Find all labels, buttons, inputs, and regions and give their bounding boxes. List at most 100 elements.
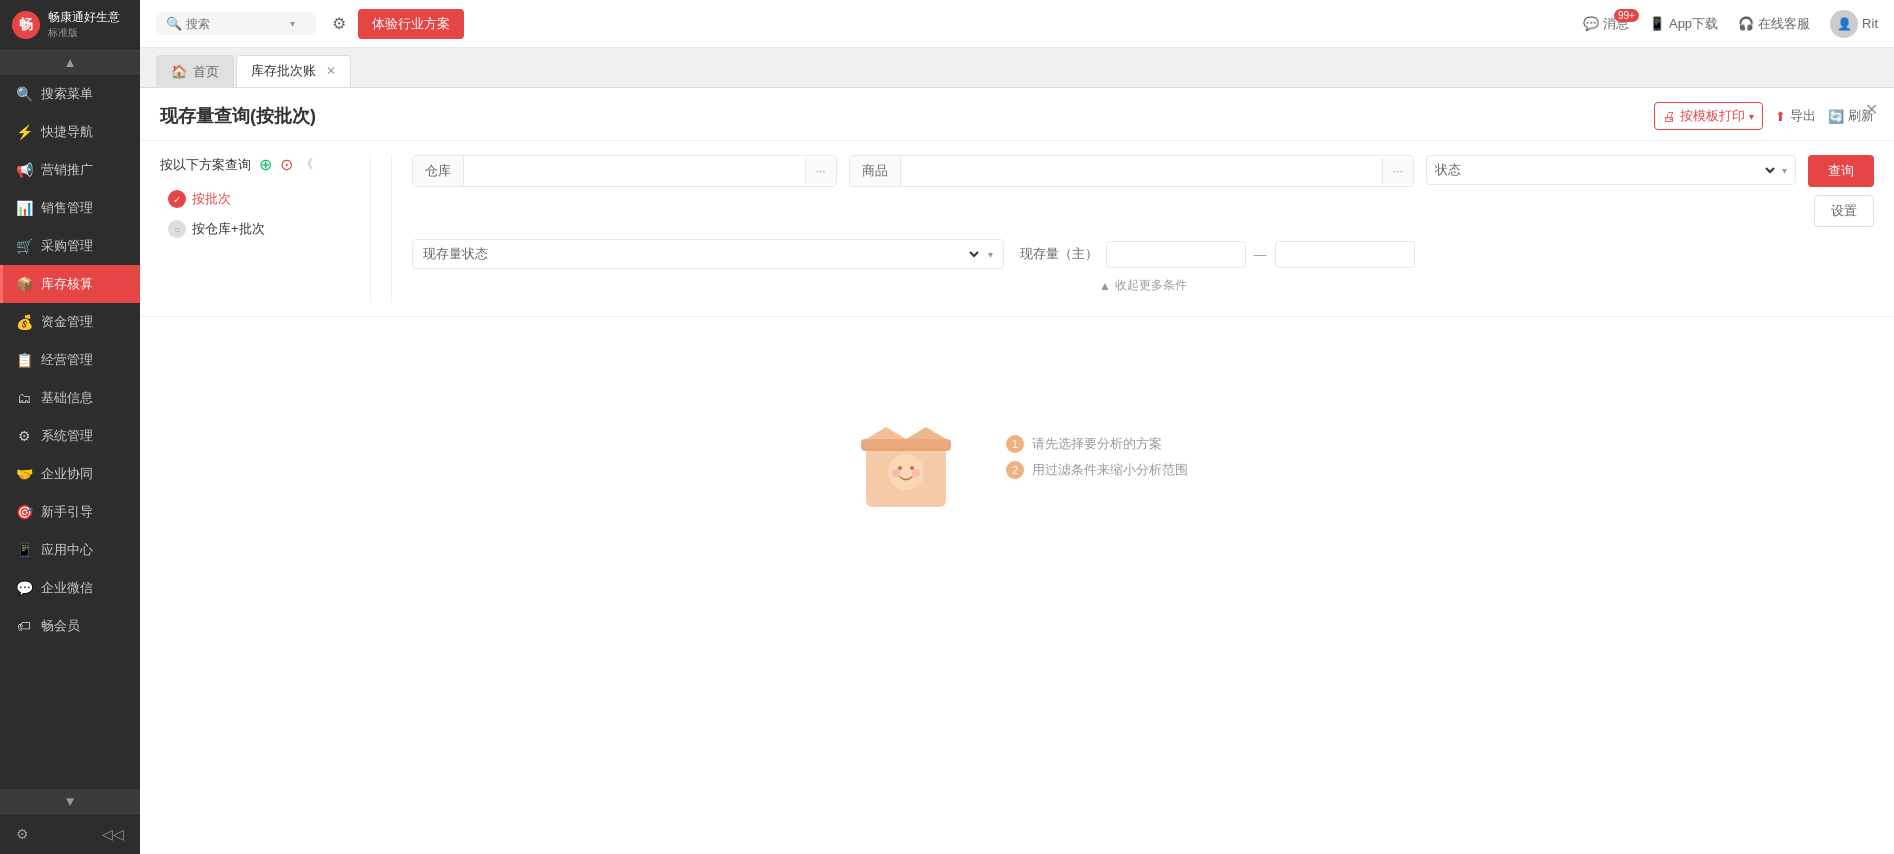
topbar-right: 💬 消息 99+ 📱 App下载 🎧 在线客服 👤 Rit [1583,10,1878,38]
status-label: 状态 [1435,161,1461,179]
main-area: 🔍 ▾ ⚙ 体验行业方案 💬 消息 99+ 📱 App下载 🎧 在线客服 [140,0,1894,854]
svg-rect-1 [861,439,951,451]
stock-status-select[interactable] [494,246,982,263]
hint-item-1: 1 请先选择要分析的方案 [1006,435,1188,453]
export-button[interactable]: ⬆ 导出 [1775,107,1816,125]
search-chevron-icon[interactable]: ▾ [290,18,295,29]
hint-text-2: 用过滤条件来缩小分析范围 [1032,461,1188,479]
sidebar-item-search[interactable]: 🔍 搜索菜单 [0,75,140,113]
scroll-down-button[interactable]: ▼ [0,789,140,813]
tab-close-icon[interactable]: ✕ [326,64,336,78]
app-edition: 标准版 [48,26,120,40]
collapse-chevron-icon: ▲ [1099,279,1111,293]
warehouse-input[interactable] [464,158,805,185]
sidebar-item-member[interactable]: 🏷 畅会员 [0,607,140,645]
sidebar-item-label: 基础信息 [41,389,93,407]
goods-input[interactable] [901,158,1382,185]
page-close-button[interactable]: ✕ [1865,100,1878,119]
operations-icon: 📋 [15,351,33,369]
sidebar-item-purchase[interactable]: 🛒 采购管理 [0,227,140,265]
collapse-plan-button[interactable]: 《 [301,156,313,173]
status-select[interactable] [1465,162,1778,179]
stock-qty-dash: — [1254,247,1267,262]
warehouse-more-button[interactable]: ··· [805,158,836,184]
trial-button[interactable]: 体验行业方案 [358,9,464,39]
print-chevron-icon: ▾ [1749,111,1754,122]
sidebar-item-label: 采购管理 [41,237,93,255]
phone-icon: 📱 [1649,16,1665,31]
topbar-search-box[interactable]: 🔍 ▾ [156,12,316,35]
user-avatar-button[interactable]: 👤 Rit [1830,10,1878,38]
messages-badge: 99+ [1614,9,1639,22]
system-icon: ⚙ [15,427,33,445]
page-actions: 🖨 按模板打印 ▾ ⬆ 导出 🔄 刷新 [1654,102,1874,130]
search-input[interactable] [186,17,286,31]
sidebar-item-quicknav[interactable]: ⚡ 快捷导航 [0,113,140,151]
online-service-button[interactable]: 🎧 在线客服 [1738,15,1810,33]
empty-illustration [846,397,966,517]
plan-item-batch[interactable]: ✓ 按批次 [160,184,360,214]
sidebar-item-inventory[interactable]: 📦 库存核算 [0,265,140,303]
sidebar-footer: ⚙ ◁◁ [0,813,140,854]
sidebar-item-label: 新手引导 [41,503,93,521]
filter-row-2: 现存量状态 ▾ 现存量（主） — [412,239,1874,269]
sidebar-item-enterprise[interactable]: 🤝 企业协同 [0,455,140,493]
home-icon: 🏠 [171,64,187,79]
plan-settings-button[interactable]: ⊙ [280,155,293,174]
sidebar-item-label: 资金管理 [41,313,93,331]
sidebar-item-label: 营销推广 [41,161,93,179]
plan-icon: ○ [168,220,186,238]
sidebar-item-apps[interactable]: 📱 应用中心 [0,531,140,569]
tabbar: 🏠 首页 库存批次账 ✕ [140,48,1894,88]
stock-qty-to-input[interactable] [1275,241,1415,268]
filter-fields: 仓库 ··· 商品 ··· 状态 [391,155,1874,302]
refresh-icon: 🔄 [1828,109,1844,124]
sidebar: 畅 畅康通好生意 标准版 ▲ 🔍 搜索菜单 ⚡ 快捷导航 📢 营销推广 [0,0,140,854]
stock-qty-from-input[interactable] [1106,241,1246,268]
plan-item-warehouse-batch[interactable]: ○ 按仓库+批次 [160,214,360,244]
collapse-more-conditions[interactable]: ▲ 收起更多条件 [412,269,1874,302]
query-button[interactable]: 查询 [1808,155,1874,187]
empty-box-svg [846,397,966,517]
filter-settings-button[interactable]: 设置 [1814,195,1874,227]
sidebar-item-sales[interactable]: 📊 销售管理 [0,189,140,227]
hint-item-2: 2 用过滤条件来缩小分析范围 [1006,461,1188,479]
scroll-up-button[interactable]: ▲ [0,51,140,75]
sidebar-item-label: 畅会员 [41,617,80,635]
sidebar-item-funds[interactable]: 💰 资金管理 [0,303,140,341]
plan-active-icon: ✓ [168,190,186,208]
goods-more-button[interactable]: ··· [1382,158,1413,184]
sidebar-item-basic[interactable]: 🗂 基础信息 [0,379,140,417]
messages-button[interactable]: 💬 消息 99+ [1583,15,1629,33]
app-download-button[interactable]: 📱 App下载 [1649,15,1718,33]
hint-num-2: 2 [1006,461,1024,479]
apps-icon: 📱 [15,541,33,559]
search-icon: 🔍 [166,16,182,31]
sidebar-item-marketing[interactable]: 📢 营销推广 [0,151,140,189]
empty-hints: 1 请先选择要分析的方案 2 用过滤条件来缩小分析范围 [1006,435,1188,479]
hint-text-1: 请先选择要分析的方案 [1032,435,1162,453]
sidebar-item-system[interactable]: ⚙ 系统管理 [0,417,140,455]
goods-field: 商品 ··· [849,155,1414,187]
app-logo: 畅 [12,11,40,39]
print-button[interactable]: 🖨 按模板打印 ▾ [1654,102,1763,130]
basic-icon: 🗂 [15,389,33,407]
stock-status-chevron-icon: ▾ [988,249,993,260]
user-name: Rit [1862,16,1878,31]
sidebar-item-newguide[interactable]: 🎯 新手引导 [0,493,140,531]
sidebar-item-wechat[interactable]: 💬 企业微信 [0,569,140,607]
tab-home[interactable]: 🏠 首页 [156,55,234,87]
message-icon: 💬 [1583,16,1599,31]
status-field[interactable]: 状态 ▾ [1426,155,1796,185]
sidebar-header: 畅 畅康通好生意 标准版 [0,0,140,51]
add-plan-button[interactable]: ⊕ [259,155,272,174]
collapse-sidebar-button[interactable]: ◁◁ [98,822,128,846]
sidebar-item-label: 快捷导航 [41,123,93,141]
page-header: 现存量查询(按批次) 🖨 按模板打印 ▾ ⬆ 导出 🔄 刷新 [140,88,1894,141]
sidebar-item-operations[interactable]: 📋 经营管理 [0,341,140,379]
tab-inventory[interactable]: 库存批次账 ✕ [236,55,351,87]
settings-icon[interactable]: ⚙ [332,14,346,33]
settings-footer-button[interactable]: ⚙ [12,822,33,846]
member-icon: 🏷 [15,617,33,635]
purchase-icon: 🛒 [15,237,33,255]
